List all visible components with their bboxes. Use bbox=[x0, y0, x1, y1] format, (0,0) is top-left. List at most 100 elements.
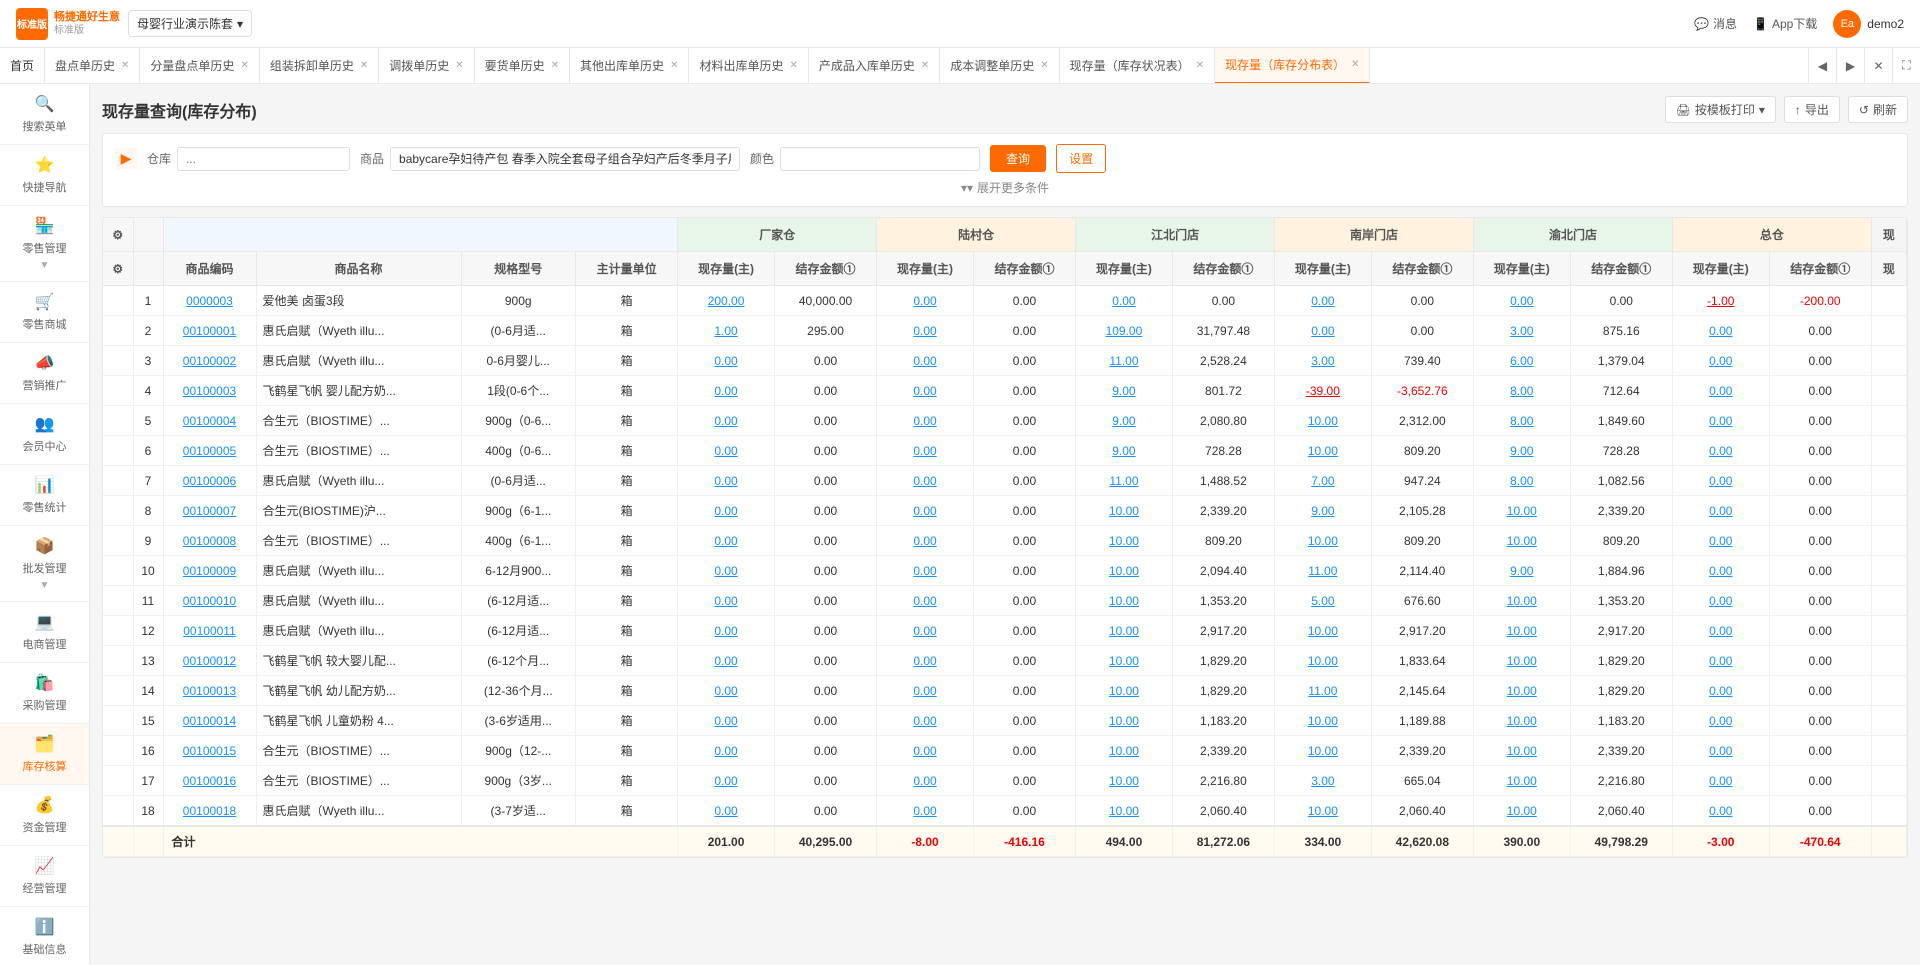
sidebar-item[interactable]: 📣 营销推广 bbox=[0, 343, 89, 404]
tab-item[interactable]: 要货单历史✕ bbox=[475, 48, 570, 84]
code-cell[interactable]: 00100013 bbox=[163, 676, 256, 706]
f-qty-cell[interactable]: 0.00 bbox=[678, 466, 775, 496]
setting-btn[interactable]: 设置 bbox=[1056, 144, 1106, 173]
l-qty-cell[interactable]: 0.00 bbox=[877, 376, 974, 406]
jb-qty-cell[interactable]: 10.00 bbox=[1076, 616, 1173, 646]
total-qty-cell[interactable]: 0.00 bbox=[1672, 466, 1769, 496]
code-cell[interactable]: 00100002 bbox=[163, 346, 256, 376]
code-cell[interactable]: 00100015 bbox=[163, 736, 256, 766]
nb-qty-cell[interactable]: -39.00 bbox=[1275, 376, 1372, 406]
nb-qty-cell[interactable]: 10.00 bbox=[1275, 616, 1372, 646]
export-btn[interactable]: ↑ 导出 bbox=[1784, 96, 1840, 123]
sidebar-item[interactable]: 💰 资金管理 bbox=[0, 785, 89, 846]
jb-qty-cell[interactable]: 11.00 bbox=[1076, 346, 1173, 376]
jb-qty-cell[interactable]: 10.00 bbox=[1076, 736, 1173, 766]
f-qty-cell[interactable]: 0.00 bbox=[678, 676, 775, 706]
code-cell[interactable]: 00100018 bbox=[163, 796, 256, 827]
l-qty-cell[interactable]: 0.00 bbox=[877, 346, 974, 376]
yb-qty-cell[interactable]: 10.00 bbox=[1473, 496, 1570, 526]
store-selector[interactable]: 母婴行业演示陈套 ▾ bbox=[128, 10, 252, 37]
sidebar-item[interactable]: 👥 会员中心 bbox=[0, 404, 89, 465]
total-qty-cell[interactable]: -1.00 bbox=[1672, 286, 1769, 316]
l-qty-cell[interactable]: 0.00 bbox=[877, 736, 974, 766]
code-cell[interactable]: 00100016 bbox=[163, 766, 256, 796]
print-btn[interactable]: 🖨 按模板打印 ▾ bbox=[1665, 96, 1776, 123]
l-qty-cell[interactable]: 0.00 bbox=[877, 676, 974, 706]
tabs-prev-btn[interactable]: ◀ bbox=[1808, 48, 1836, 84]
total-qty-cell[interactable]: 0.00 bbox=[1672, 586, 1769, 616]
tab-close-icon[interactable]: ✕ bbox=[1351, 59, 1359, 70]
jb-qty-cell[interactable]: 10.00 bbox=[1076, 796, 1173, 827]
color-input[interactable] bbox=[780, 147, 980, 171]
yb-qty-cell[interactable]: 8.00 bbox=[1473, 406, 1570, 436]
jb-qty-cell[interactable]: 10.00 bbox=[1076, 526, 1173, 556]
f-qty-cell[interactable]: 0.00 bbox=[678, 646, 775, 676]
goods-input[interactable] bbox=[390, 147, 740, 171]
yb-qty-cell[interactable]: 10.00 bbox=[1473, 706, 1570, 736]
f-qty-cell[interactable]: 0.00 bbox=[678, 706, 775, 736]
message-btn[interactable]: 💬 消息 bbox=[1694, 15, 1737, 32]
code-cell[interactable]: 00100009 bbox=[163, 556, 256, 586]
yb-qty-cell[interactable]: 10.00 bbox=[1473, 616, 1570, 646]
jb-qty-cell[interactable]: 9.00 bbox=[1076, 436, 1173, 466]
tab-close-icon[interactable]: ✕ bbox=[121, 60, 129, 71]
f-qty-cell[interactable]: 0.00 bbox=[678, 346, 775, 376]
sidebar-item[interactable]: 📦 批发管理▼ bbox=[0, 526, 89, 602]
yb-qty-cell[interactable]: 8.00 bbox=[1473, 376, 1570, 406]
filter-expand-btn[interactable]: ▾▾ 展开更多条件 bbox=[115, 179, 1895, 196]
jb-qty-cell[interactable]: 10.00 bbox=[1076, 646, 1173, 676]
tab-close-icon[interactable]: ✕ bbox=[789, 60, 797, 71]
l-qty-cell[interactable]: 0.00 bbox=[877, 316, 974, 346]
f-qty-cell[interactable]: 0.00 bbox=[678, 556, 775, 586]
jb-qty-cell[interactable]: 10.00 bbox=[1076, 496, 1173, 526]
nb-qty-cell[interactable]: 11.00 bbox=[1275, 556, 1372, 586]
tab-close-icon[interactable]: ✕ bbox=[551, 60, 559, 71]
tab-item[interactable]: 现存量（库存分布表）✕ bbox=[1215, 48, 1370, 84]
sidebar-item[interactable]: ⭐ 快捷导航 bbox=[0, 145, 89, 206]
f-qty-cell[interactable]: 0.00 bbox=[678, 436, 775, 466]
tabs-close-all-btn[interactable]: ✕ bbox=[1864, 48, 1892, 84]
yb-qty-cell[interactable]: 6.00 bbox=[1473, 346, 1570, 376]
tab-close-icon[interactable]: ✕ bbox=[240, 60, 248, 71]
jb-qty-cell[interactable]: 9.00 bbox=[1076, 376, 1173, 406]
total-qty-cell[interactable]: 0.00 bbox=[1672, 346, 1769, 376]
f-qty-cell[interactable]: 0.00 bbox=[678, 736, 775, 766]
jb-qty-cell[interactable]: 10.00 bbox=[1076, 676, 1173, 706]
yb-qty-cell[interactable]: 10.00 bbox=[1473, 526, 1570, 556]
yb-qty-cell[interactable]: 9.00 bbox=[1473, 436, 1570, 466]
total-qty-cell[interactable]: 0.00 bbox=[1672, 616, 1769, 646]
total-qty-cell[interactable]: 0.00 bbox=[1672, 376, 1769, 406]
total-qty-cell[interactable]: 0.00 bbox=[1672, 736, 1769, 766]
yb-qty-cell[interactable]: 8.00 bbox=[1473, 466, 1570, 496]
sidebar-item[interactable]: 📈 经营管理 bbox=[0, 846, 89, 907]
code-cell[interactable]: 00100010 bbox=[163, 586, 256, 616]
tab-item[interactable]: 其他出库单历史✕ bbox=[570, 48, 689, 84]
filter-toggle-btn[interactable]: ▶ bbox=[115, 148, 137, 170]
total-qty-cell[interactable]: 0.00 bbox=[1672, 766, 1769, 796]
sidebar-item[interactable]: 🔍 搜索英单 bbox=[0, 84, 89, 145]
f-qty-cell[interactable]: 0.00 bbox=[678, 496, 775, 526]
code-cell[interactable]: 00100004 bbox=[163, 406, 256, 436]
warehouse-input[interactable] bbox=[177, 147, 350, 171]
jb-qty-cell[interactable]: 109.00 bbox=[1076, 316, 1173, 346]
total-qty-cell[interactable]: 0.00 bbox=[1672, 706, 1769, 736]
tab-item[interactable]: 现存量（库存状况表）✕ bbox=[1060, 48, 1215, 84]
yb-qty-cell[interactable]: 10.00 bbox=[1473, 676, 1570, 706]
total-qty-cell[interactable]: 0.00 bbox=[1672, 496, 1769, 526]
l-qty-cell[interactable]: 0.00 bbox=[877, 766, 974, 796]
total-qty-cell[interactable]: 0.00 bbox=[1672, 676, 1769, 706]
jb-qty-cell[interactable]: 11.00 bbox=[1076, 466, 1173, 496]
yb-qty-cell[interactable]: 10.00 bbox=[1473, 736, 1570, 766]
nb-qty-cell[interactable]: 10.00 bbox=[1275, 436, 1372, 466]
total-qty-cell[interactable]: 0.00 bbox=[1672, 316, 1769, 346]
code-cell[interactable]: 00100005 bbox=[163, 436, 256, 466]
l-qty-cell[interactable]: 0.00 bbox=[877, 526, 974, 556]
sidebar-item[interactable]: 📊 零售统计 bbox=[0, 465, 89, 526]
jb-qty-cell[interactable]: 10.00 bbox=[1076, 586, 1173, 616]
tab-item[interactable]: 成本调整单历史✕ bbox=[940, 48, 1059, 84]
f-qty-cell[interactable]: 0.00 bbox=[678, 766, 775, 796]
code-cell[interactable]: 00100006 bbox=[163, 466, 256, 496]
tab-item[interactable]: 调拨单历史✕ bbox=[379, 48, 474, 84]
search-btn[interactable]: 查询 bbox=[990, 145, 1046, 172]
jb-qty-cell[interactable]: 10.00 bbox=[1076, 766, 1173, 796]
